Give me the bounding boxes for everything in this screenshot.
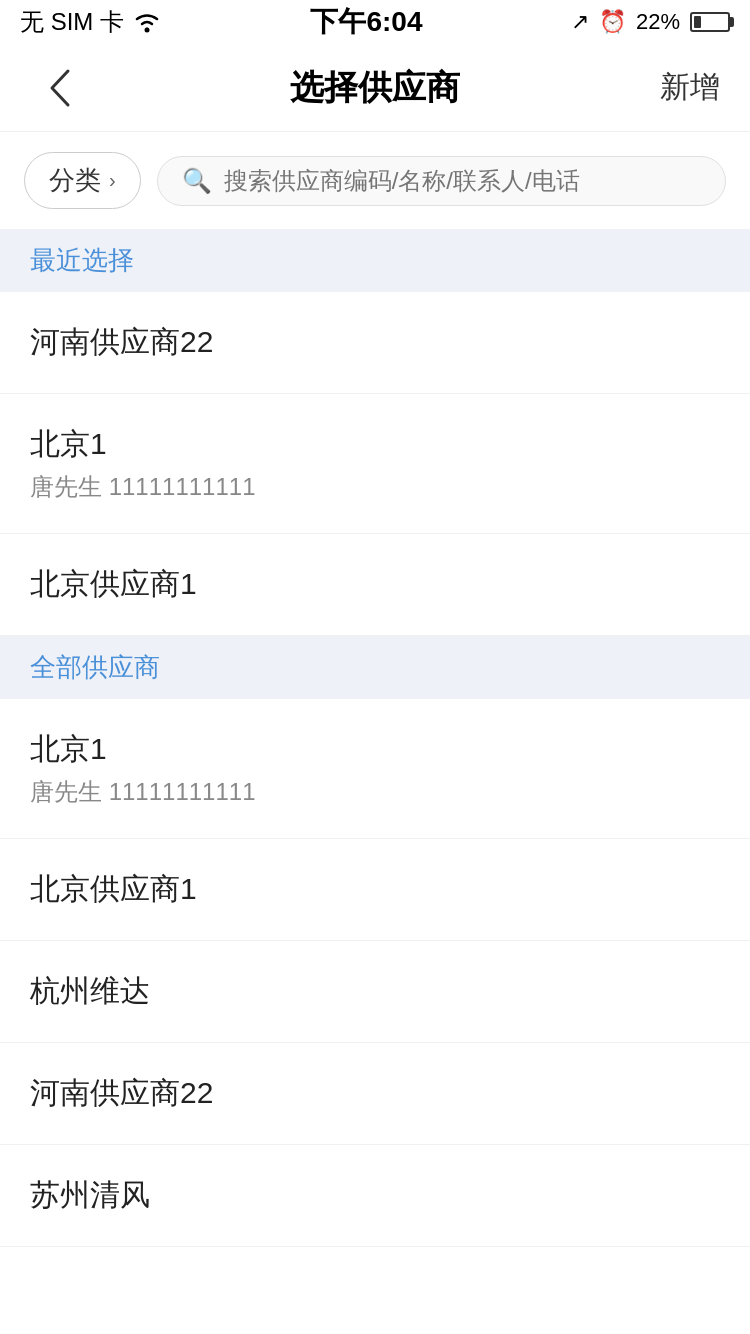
item-name: 北京供应商1	[30, 564, 720, 605]
item-name: 河南供应商22	[30, 322, 720, 363]
nav-bar: 选择供应商 新增	[0, 44, 750, 132]
alarm-icon: ⏰	[599, 9, 626, 35]
item-name: 北京供应商1	[30, 869, 720, 910]
status-left: 无 SIM 卡	[20, 6, 162, 38]
all-items-list: 北京1 唐先生 11111111111 北京供应商1 杭州维达河南供应商22 苏州清风	[0, 699, 750, 1247]
no-sim-text: 无 SIM 卡	[20, 6, 124, 38]
item-name: 北京1	[30, 729, 720, 770]
item-sub: 唐先生 11111111111	[30, 471, 720, 503]
search-box[interactable]: 🔍	[157, 156, 726, 206]
list-item[interactable]: 北京供应商1	[0, 534, 750, 636]
wifi-icon	[132, 11, 162, 33]
list-item[interactable]: 苏州清风	[0, 1145, 750, 1247]
list-item[interactable]: 河南供应商22	[0, 1043, 750, 1145]
recent-section-label: 最近选择	[30, 245, 134, 275]
list-item[interactable]: 北京1 唐先生 11111111111	[0, 394, 750, 534]
item-name: 杭州维达	[30, 971, 720, 1012]
add-button[interactable]: 新增	[660, 67, 720, 108]
back-button[interactable]	[30, 58, 90, 118]
list-item[interactable]: 河南供应商22	[0, 292, 750, 394]
list-item[interactable]: 北京供应商1	[0, 839, 750, 941]
battery-pct-text: 22%	[636, 9, 680, 35]
status-bar: 无 SIM 卡 下午6:04 ↗ ⏰ 22%	[0, 0, 750, 44]
item-name: 北京1	[30, 424, 720, 465]
chevron-right-icon: ›	[109, 169, 116, 192]
search-input[interactable]	[224, 167, 701, 195]
battery-fill	[694, 16, 701, 28]
item-name: 河南供应商22	[30, 1073, 720, 1114]
location-icon: ↗	[571, 9, 589, 35]
battery-icon	[690, 12, 730, 32]
all-section-label: 全部供应商	[30, 652, 160, 682]
status-right: ↗ ⏰ 22%	[571, 9, 730, 35]
category-label: 分类	[49, 163, 101, 198]
all-section-header: 全部供应商	[0, 636, 750, 699]
list-item[interactable]: 杭州维达	[0, 941, 750, 1043]
status-time: 下午6:04	[310, 3, 422, 41]
page-title: 选择供应商	[290, 65, 460, 111]
item-sub: 唐先生 11111111111	[30, 776, 720, 808]
svg-point-0	[145, 28, 150, 33]
item-name: 苏州清风	[30, 1175, 720, 1216]
recent-section-header: 最近选择	[0, 229, 750, 292]
recent-items-list: 河南供应商22 北京1 唐先生 11111111111 北京供应商1	[0, 292, 750, 636]
filter-bar: 分类 › 🔍	[0, 132, 750, 229]
search-icon: 🔍	[182, 167, 212, 195]
category-button[interactable]: 分类 ›	[24, 152, 141, 209]
back-icon	[48, 67, 72, 109]
list-item[interactable]: 北京1 唐先生 11111111111	[0, 699, 750, 839]
